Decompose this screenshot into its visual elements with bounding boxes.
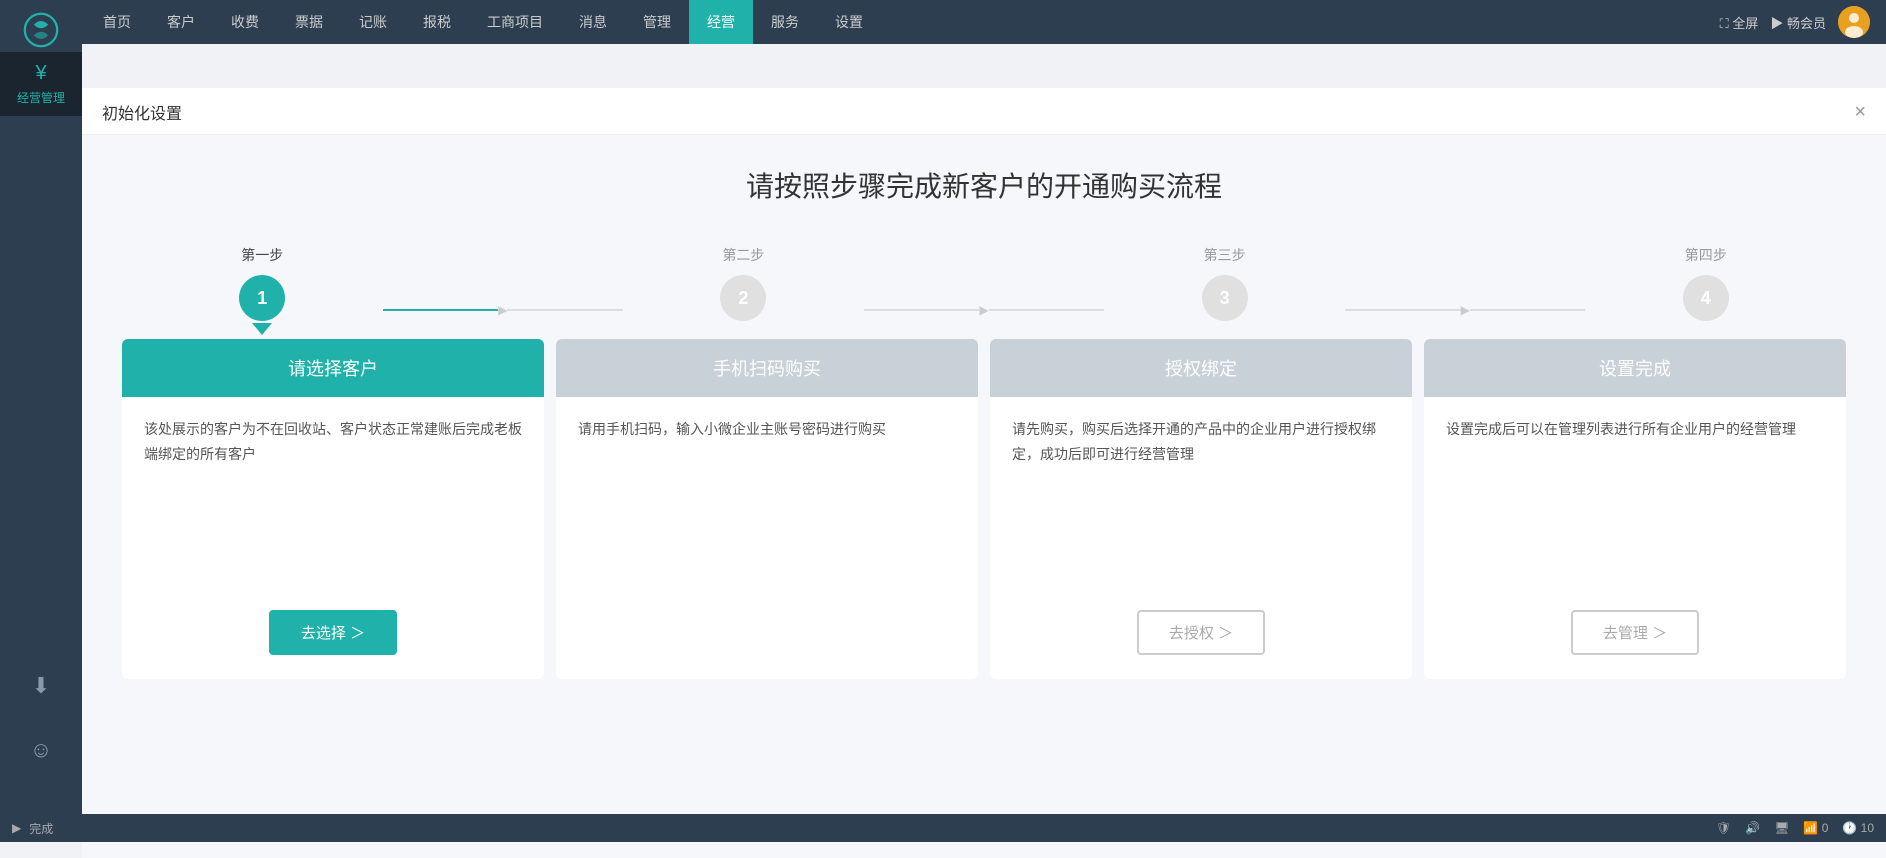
vip-btn[interactable]: ▶ 畅会员 bbox=[1770, 13, 1826, 32]
step2-label: 第二步 bbox=[722, 245, 764, 265]
support-icon: ☺ bbox=[30, 737, 52, 763]
download-icon: ⬇ bbox=[32, 673, 50, 699]
step4-label: 第四步 bbox=[1685, 245, 1727, 265]
status-text: 完成 bbox=[29, 820, 53, 837]
fullscreen-btn[interactable]: ⛶ 全屏 bbox=[1720, 13, 1759, 32]
step1-card: 请选择客户 该处展示的客户为不在回收站、客户状态正常建账后完成老板端绑定的所有客… bbox=[122, 339, 544, 679]
step1-action-button[interactable]: 去选择 ＞ bbox=[269, 610, 397, 655]
step4-card: 设置完成 设置完成后可以在管理列表进行所有企业用户的经营管理 去管理 ＞ bbox=[1424, 339, 1846, 679]
shield-icon: 🛡 bbox=[1716, 821, 1731, 835]
sidebar-logo bbox=[16, 8, 66, 52]
close-button[interactable]: × bbox=[1854, 102, 1866, 122]
nav-business[interactable]: 工商项目 bbox=[469, 0, 561, 44]
clock-status: 🕐 10 bbox=[1842, 821, 1874, 835]
step1-card-header: 请选择客户 bbox=[122, 339, 544, 397]
nav-service[interactable]: 服务 bbox=[753, 0, 817, 44]
play-icon: ▶ bbox=[12, 821, 21, 835]
nav-home[interactable]: 首页 bbox=[85, 0, 149, 44]
step2-card-header: 手机扫码购买 bbox=[556, 339, 978, 397]
page-header: 初始化设置 × bbox=[82, 88, 1886, 135]
nav-message[interactable]: 消息 bbox=[561, 0, 625, 44]
step3-circle: 3 bbox=[1202, 275, 1248, 321]
fullscreen-icon: ⛶ bbox=[1720, 16, 1729, 31]
volume-icon: 🔊 bbox=[1745, 821, 1760, 835]
avatar[interactable] bbox=[1838, 6, 1870, 38]
yuan-icon: ¥ bbox=[35, 62, 46, 85]
nav-tax[interactable]: 报税 bbox=[405, 0, 469, 44]
step3-card-body: 请先购买，购买后选择开通的产品中的企业用户进行授权绑定，成功后即可进行经营管理 bbox=[990, 397, 1412, 594]
step2-card: 手机扫码购买 请用手机扫码，输入小微企业主账号密码进行购买 bbox=[556, 339, 978, 679]
step2-circle: 2 bbox=[720, 275, 766, 321]
step3-card-footer: 去授权 ＞ bbox=[990, 594, 1412, 679]
page-title: 初始化设置 bbox=[102, 100, 182, 124]
network-status: 📶 0 bbox=[1803, 821, 1828, 835]
step1-card-footer: 去选择 ＞ bbox=[122, 594, 544, 679]
main-heading: 请按照步骤完成新客户的开通购买流程 bbox=[122, 165, 1846, 205]
content-area: 请按照步骤完成新客户的开通购买流程 第一步 1 ▶ 第二步 2 ▶ bbox=[82, 135, 1886, 858]
step2-card-footer bbox=[556, 639, 978, 679]
step1-card-body: 该处展示的客户为不在回收站、客户状态正常建账后完成老板端绑定的所有客户 bbox=[122, 397, 544, 594]
nav-settings[interactable]: 设置 bbox=[817, 0, 881, 44]
sidebar-item-support[interactable]: ☺ bbox=[0, 718, 82, 782]
nav-accounting[interactable]: 记账 bbox=[341, 0, 405, 44]
sidebar-item-download[interactable]: ⬇ bbox=[0, 654, 82, 718]
nav-operations[interactable]: 经营 bbox=[689, 0, 753, 44]
status-bar: ▶ 完成 🛡 🔊 🖥 📶 0 🕐 10 bbox=[0, 814, 1886, 842]
step4-action-button[interactable]: 去管理 ＞ bbox=[1571, 610, 1699, 655]
cards-row: 请选择客户 该处展示的客户为不在回收站、客户状态正常建账后完成老板端绑定的所有客… bbox=[122, 339, 1846, 679]
step4-card-footer: 去管理 ＞ bbox=[1424, 594, 1846, 679]
step3-card-header: 授权绑定 bbox=[990, 339, 1412, 397]
step3-action-button[interactable]: 去授权 ＞ bbox=[1137, 610, 1265, 655]
step3-card: 授权绑定 请先购买，购买后选择开通的产品中的企业用户进行授权绑定，成功后即可进行… bbox=[990, 339, 1412, 679]
nav-management[interactable]: 管理 bbox=[625, 0, 689, 44]
main-wrapper: 初始化设置 × 请按照步骤完成新客户的开通购买流程 第一步 1 ▶ 第二步 2 bbox=[82, 88, 1886, 858]
step4-circle: 4 bbox=[1683, 275, 1729, 321]
nav-invoice[interactable]: 票据 bbox=[277, 0, 341, 44]
sidebar-item-jingying[interactable]: ¥ 经营管理 bbox=[0, 52, 82, 116]
step1-circle: 1 bbox=[239, 275, 285, 321]
top-nav: 首页 客户 收费 票据 记账 报税 工商项目 消息 管理 经营 服务 设置 ⛶ … bbox=[0, 0, 1886, 44]
nav-collection[interactable]: 收费 bbox=[213, 0, 277, 44]
sidebar-item-label: 经营管理 bbox=[17, 89, 65, 106]
step3-label: 第三步 bbox=[1204, 245, 1246, 265]
sidebar: ¥ 经营管理 ⬇ ☺ bbox=[0, 0, 82, 842]
step4-card-body: 设置完成后可以在管理列表进行所有企业用户的经营管理 bbox=[1424, 397, 1846, 594]
step1-label: 第一步 bbox=[241, 245, 283, 265]
nav-customer[interactable]: 客户 bbox=[149, 0, 213, 44]
vip-icon: ▶ bbox=[1770, 16, 1783, 31]
step4-card-header: 设置完成 bbox=[1424, 339, 1846, 397]
screen-icon: 🖥 bbox=[1774, 821, 1789, 835]
step2-card-body: 请用手机扫码，输入小微企业主账号密码进行购买 bbox=[556, 397, 978, 639]
